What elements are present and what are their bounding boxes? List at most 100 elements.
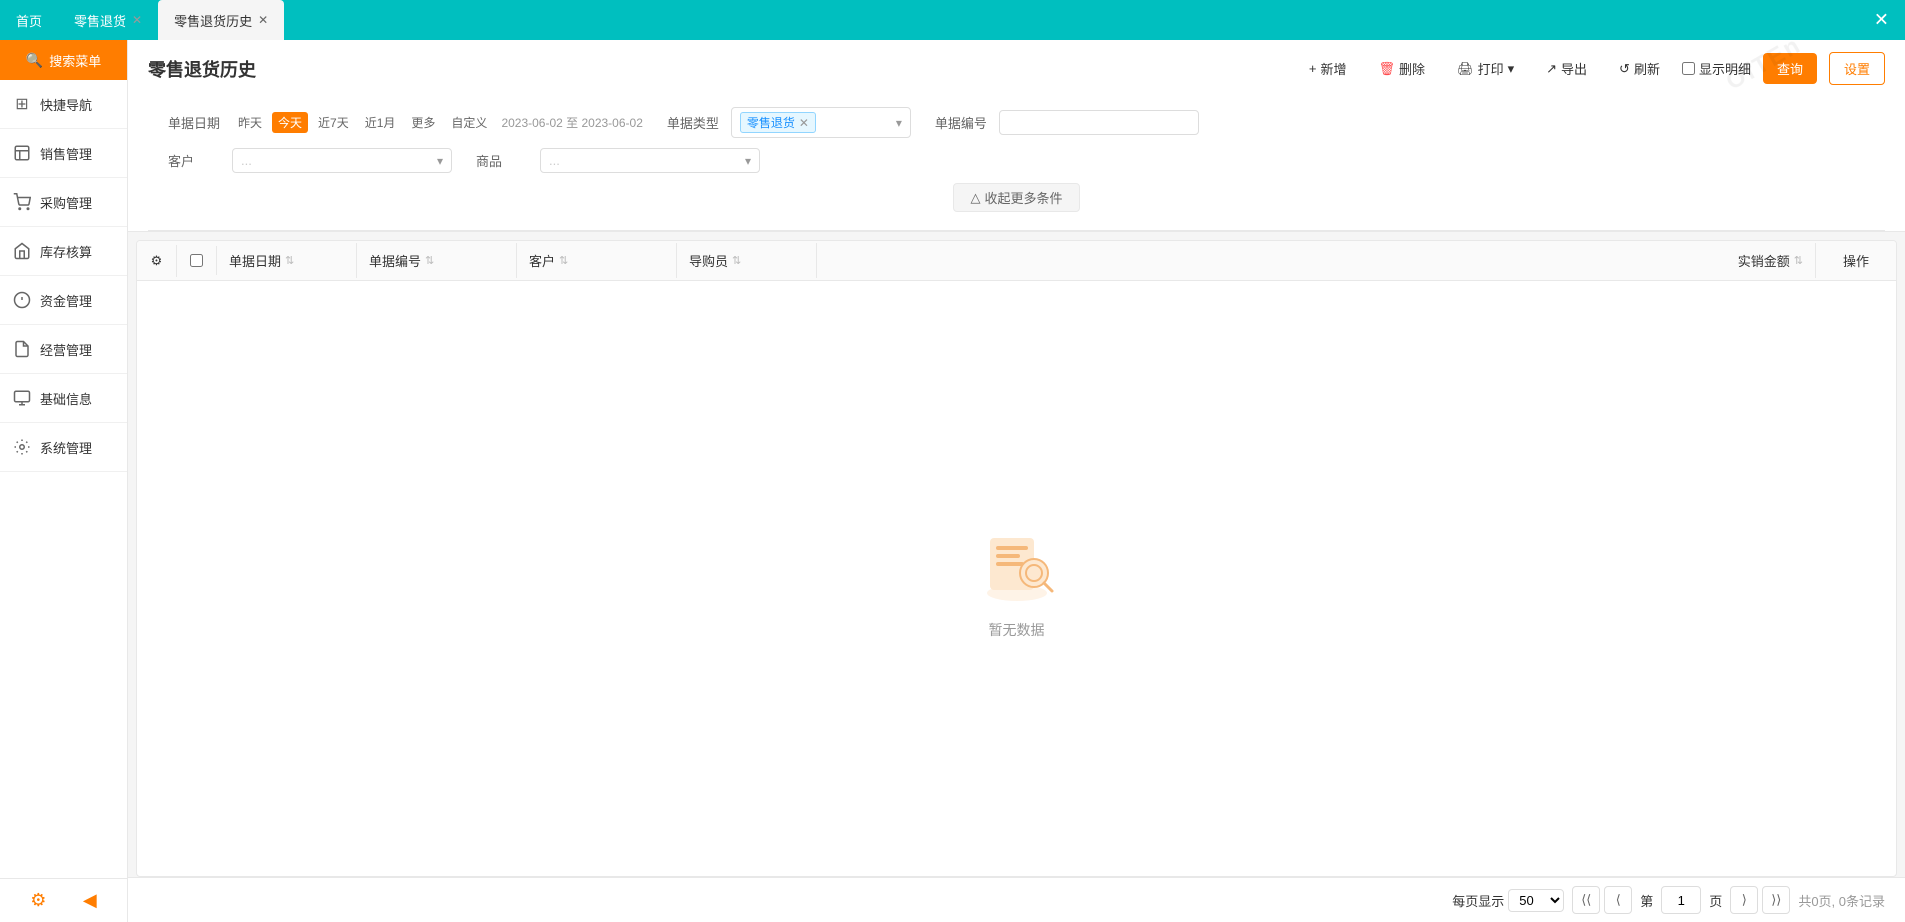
first-page-button[interactable]: ⟨⟨ [1572,886,1600,914]
th-action: 操作 [1816,243,1896,278]
sidebar-search[interactable]: 🔍 搜索菜单 [0,40,127,80]
th-date-label: 单据日期 [229,251,281,270]
tab-bar: 首页 零售退货 ✕ 零售退货历史 ✕ [0,0,1905,40]
sidebar-item-quick-nav-label: 快捷导航 [40,95,92,114]
date-btn-1month[interactable]: 近1月 [359,112,402,133]
empty-illustration [972,518,1062,608]
date-btn-today[interactable]: 今天 [272,112,308,133]
sidebar-item-sales[interactable]: 销售管理 [0,129,127,178]
th-checkbox[interactable] [177,246,217,275]
th-customer-sort-icon: ⇅ [559,254,568,267]
table-container: ⚙ 单据日期 ⇅ 单据编号 ⇅ 客户 ⇅ 导购员 [136,240,1897,877]
export-label: 导出 [1561,59,1587,78]
filter-row-2: 客户 ... ▾ 商品 ... ▾ [168,148,1865,173]
date-btn-more[interactable]: 更多 [405,112,441,133]
settings-label: 设置 [1844,59,1870,78]
th-amount-label: 实销金额 [1738,251,1790,270]
tab-retail-return-close[interactable]: ✕ [132,13,142,27]
sidebar-item-operations-label: 经营管理 [40,340,92,359]
sidebar-item-finance[interactable]: 资金管理 [0,276,127,325]
date-btn-yesterday[interactable]: 昨天 [232,112,268,133]
column-settings-icon[interactable]: ⚙ [151,253,163,269]
sidebar-item-basic-info-label: 基础信息 [40,389,92,408]
last-page-button[interactable]: ⟩⟩ [1762,886,1790,914]
sidebar-item-system-label: 系统管理 [40,438,92,457]
page-summary: 共0页, 0条记录 [1798,891,1885,910]
sidebar-item-inventory[interactable]: 库存核算 [0,227,127,276]
refresh-button[interactable]: ↺ 刷新 [1609,54,1670,83]
date-btn-custom[interactable]: 自定义 [445,112,493,133]
sidebar-item-operations[interactable]: 经营管理 [0,325,127,374]
window-close-button[interactable]: ✕ [1874,10,1889,31]
print-chevron-icon: ▾ [1508,61,1515,77]
operations-icon [12,339,32,359]
sidebar-collapse-icon[interactable]: ◀ [83,890,97,911]
voucher-type-value: 零售退货 [747,114,795,131]
top-bar: 首页 零售退货 ✕ 零售退货历史 ✕ ✕ [0,0,1905,40]
show-detail-checkbox[interactable]: 显示明细 [1682,59,1751,78]
page-word: 第 [1640,891,1653,910]
delete-button[interactable]: 🗑 删除 [1369,54,1436,83]
sidebar-item-system[interactable]: 系统管理 [0,423,127,472]
empty-state: 暂无数据 [932,478,1102,680]
refresh-icon: ↺ [1619,61,1630,77]
date-btn-7days[interactable]: 近7天 [312,112,355,133]
voucher-type-select[interactable]: 零售退货 ✕ ▾ [731,107,911,138]
print-button[interactable]: 🖨 打印 ▾ [1447,54,1524,83]
page-header: 零售退货历史 + 新增 🗑 删除 🖨 打印 ▾ [128,40,1905,232]
sidebar-item-quick-nav[interactable]: ⊞ 快捷导航 [0,80,127,129]
goods-placeholder: ... [549,153,560,168]
purchase-icon [12,192,32,212]
show-detail-label: 显示明细 [1699,59,1751,78]
sidebar-item-basic-info[interactable]: 基础信息 [0,374,127,423]
date-filter-group: 单据日期 昨天 今天 近7天 近1月 更多 自定义 2023-06-02 至 2… [168,112,643,133]
export-button[interactable]: ↗ 导出 [1536,54,1597,83]
delete-icon: 🗑 [1379,61,1396,77]
select-all-checkbox[interactable] [190,254,203,267]
tab-retail-return-history-label: 零售退货历史 [174,11,252,30]
page-size-dropdown[interactable]: 50 100 200 [1508,889,1564,912]
page-header-top: 零售退货历史 + 新增 🗑 删除 🖨 打印 ▾ [148,52,1885,85]
sidebar-item-sales-label: 销售管理 [40,144,92,163]
collapse-filters-button[interactable]: △ 收起更多条件 [953,183,1079,212]
prev-page-button[interactable]: ⟨ [1604,886,1632,914]
collapse-label: 收起更多条件 [984,188,1062,207]
page-unit: 页 [1709,891,1722,910]
page-title: 零售退货历史 [148,56,256,82]
voucher-no-label: 单据编号 [935,113,991,132]
voucher-type-tag-close[interactable]: ✕ [799,116,809,130]
basic-info-icon [12,388,32,408]
system-icon [12,437,32,457]
sidebar-item-purchase-label: 采购管理 [40,193,92,212]
pagination-nav: ⟨⟨ ⟨ 第 页 ⟩ ⟩⟩ [1572,886,1790,914]
voucher-no-input[interactable] [999,110,1199,135]
tab-retail-return-history[interactable]: 零售退货历史 ✕ [158,0,284,40]
query-button[interactable]: 查询 [1763,53,1817,84]
th-amount[interactable]: 实销金额 ⇅ [817,243,1816,278]
sidebar-settings-icon[interactable]: ⚙ [30,890,46,911]
th-customer[interactable]: 客户 ⇅ [517,243,677,278]
pagination-bar: 每页显示 50 100 200 ⟨⟨ ⟨ 第 页 ⟩ ⟩⟩ 共0页, 0条记录 [128,877,1905,922]
th-guide[interactable]: 导购员 ⇅ [677,243,817,278]
next-page-button[interactable]: ⟩ [1730,886,1758,914]
voucher-type-tag: 零售退货 ✕ [740,112,816,133]
th-date[interactable]: 单据日期 ⇅ [217,243,357,278]
new-label: 新增 [1321,59,1347,78]
print-label: 打印 [1478,59,1504,78]
th-order[interactable]: 单据编号 ⇅ [357,243,517,278]
tab-home[interactable]: 首页 [0,0,58,40]
filter-area: 单据日期 昨天 今天 近7天 近1月 更多 自定义 2023-06-02 至 2… [148,97,1885,231]
th-guide-label: 导购员 [689,251,728,270]
page-number-input[interactable] [1661,886,1701,914]
sidebar-item-purchase[interactable]: 采购管理 [0,178,127,227]
tab-retail-return[interactable]: 零售退货 ✕ [58,0,158,40]
delete-label: 删除 [1399,59,1425,78]
sales-icon [12,143,32,163]
tab-retail-return-history-close[interactable]: ✕ [258,13,268,27]
goods-select[interactable]: ... ▾ [540,148,760,173]
th-setting[interactable]: ⚙ [137,245,177,277]
customer-select[interactable]: ... ▾ [232,148,452,173]
settings-button[interactable]: 设置 [1829,52,1885,85]
new-button[interactable]: + 新增 [1299,54,1357,83]
show-detail-input[interactable] [1682,62,1695,75]
